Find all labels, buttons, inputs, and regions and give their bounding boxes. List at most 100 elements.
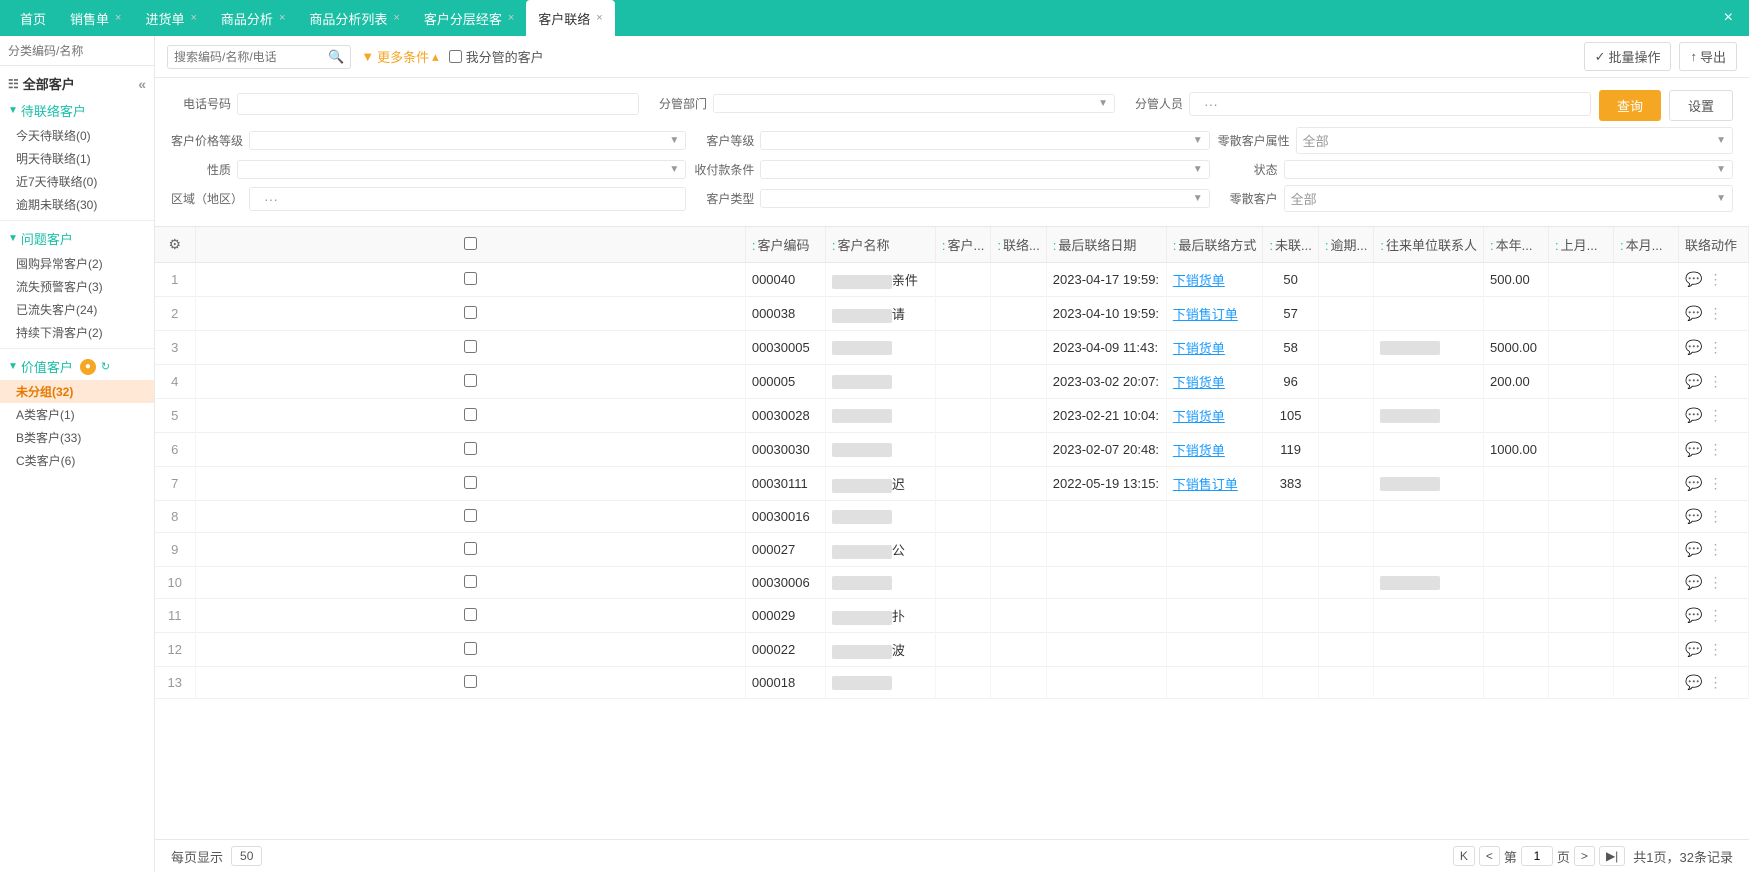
select-all-checkbox[interactable] (464, 237, 477, 250)
row-checkbox[interactable] (464, 408, 477, 421)
sidebar-group-problem[interactable]: ▼ 问题客户 (0, 225, 154, 252)
filter-my-customers[interactable]: 我分管的客户 (449, 47, 544, 66)
grid-action-icon[interactable]: ⋮ (1708, 271, 1722, 288)
grid-action-icon[interactable]: ⋮ (1708, 407, 1722, 424)
lastway-link[interactable]: 下销货单 (1173, 273, 1225, 288)
message-icon[interactable]: 💬 (1685, 475, 1702, 492)
tab-customer-contact[interactable]: 客户联络 × (526, 0, 614, 36)
sidebar-group-value[interactable]: ▼ 价值客户 ● ↻ (0, 353, 154, 380)
row-checkbox[interactable] (464, 509, 477, 522)
next-page-button[interactable]: > (1574, 846, 1595, 866)
sidebar-item-churned[interactable]: 已流失客户(24) (0, 298, 154, 321)
row-checkbox[interactable] (464, 306, 477, 319)
row-checkbox[interactable] (464, 374, 477, 387)
lastway-link[interactable]: 下销售订单 (1173, 307, 1238, 322)
row-checkbox[interactable] (464, 476, 477, 489)
row-checkbox[interactable] (464, 272, 477, 285)
lastway-link[interactable]: 下销货单 (1173, 341, 1225, 356)
message-icon[interactable]: 💬 (1685, 339, 1702, 356)
prev-page-button[interactable]: < (1479, 846, 1500, 866)
sidebar-all-customers[interactable]: ☷ 全部客户 « (0, 66, 154, 97)
lastway-link[interactable]: 下销货单 (1173, 375, 1225, 390)
row-checkbox[interactable] (464, 442, 477, 455)
sidebar-group-pending[interactable]: ▼ 待联络客户 (0, 97, 154, 124)
grid-action-icon[interactable]: ⋮ (1708, 305, 1722, 322)
close-sales-icon[interactable]: × (115, 12, 121, 24)
payment-select[interactable]: ▼ (760, 160, 1209, 179)
sidebar-item-today-pending[interactable]: 今天待联络(0) (0, 124, 154, 147)
row-checkbox[interactable] (464, 608, 477, 621)
tab-purchase[interactable]: 进货单 × (133, 0, 208, 36)
sidebar-item-overdue-pending[interactable]: 逾期未联络(30) (0, 193, 154, 216)
grid-action-icon[interactable]: ⋮ (1708, 641, 1722, 658)
tab-customer-segment[interactable]: 客户分层经客 × (412, 0, 526, 36)
sidebar-item-churn-warning[interactable]: 流失预警客户(3) (0, 275, 154, 298)
lastway-link[interactable]: 下销售订单 (1173, 477, 1238, 492)
batch-op-button[interactable]: ✓ 批量操作 (1584, 42, 1672, 71)
phone-input[interactable] (237, 93, 639, 115)
nature-select[interactable]: ▼ (237, 160, 686, 179)
tab-analysis[interactable]: 商品分析 × (209, 0, 297, 36)
manager-select[interactable]: ··· (1189, 92, 1591, 116)
export-button[interactable]: ↑ 导出 (1679, 42, 1737, 71)
my-customers-checkbox[interactable] (449, 50, 462, 63)
sidebar-item-ungroup[interactable]: 未分组(32) (0, 380, 154, 403)
page-input[interactable] (1521, 846, 1553, 866)
scatter-customer-select[interactable]: 全部 ▼ (1284, 185, 1733, 212)
grid-action-icon[interactable]: ⋮ (1708, 574, 1722, 591)
row-checkbox[interactable] (464, 642, 477, 655)
message-icon[interactable]: 💬 (1685, 373, 1702, 390)
grid-action-icon[interactable]: ⋮ (1708, 475, 1722, 492)
row-checkbox[interactable] (464, 575, 477, 588)
message-icon[interactable]: 💬 (1685, 574, 1702, 591)
refresh-icon[interactable]: ↻ (101, 360, 110, 373)
grid-action-icon[interactable]: ⋮ (1708, 339, 1722, 356)
message-icon[interactable]: 💬 (1685, 508, 1702, 525)
manager-dots[interactable]: ··· (1200, 96, 1222, 112)
sidebar-item-7days-pending[interactable]: 近7天待联络(0) (0, 170, 154, 193)
page-size-value[interactable]: 50 (231, 846, 262, 866)
close-segment-icon[interactable]: × (508, 12, 514, 24)
last-page-button[interactable]: ▶| (1599, 846, 1625, 866)
customer-level-select[interactable]: ▼ (760, 131, 1209, 150)
message-icon[interactable]: 💬 (1685, 305, 1702, 322)
grid-action-icon[interactable]: ⋮ (1708, 541, 1722, 558)
window-close-button[interactable]: × (1716, 9, 1741, 27)
sidebar-item-a-class[interactable]: A类客户(1) (0, 403, 154, 426)
status-select[interactable]: ▼ (1284, 160, 1733, 179)
row-checkbox[interactable] (464, 675, 477, 688)
row-checkbox[interactable] (464, 542, 477, 555)
sidebar-item-declining[interactable]: 持续下滑客户(2) (0, 321, 154, 344)
sidebar-item-hoarding[interactable]: 囤购异常客户(2) (0, 252, 154, 275)
message-icon[interactable]: 💬 (1685, 407, 1702, 424)
first-page-button[interactable]: K (1453, 846, 1475, 866)
query-button[interactable]: 查询 (1599, 90, 1661, 121)
filter-search-input[interactable] (174, 50, 324, 64)
lastway-link[interactable]: 下销货单 (1173, 443, 1225, 458)
grid-action-icon[interactable]: ⋮ (1708, 373, 1722, 390)
dept-select[interactable]: ▼ (713, 94, 1115, 113)
tab-sales[interactable]: 销售单 × (58, 0, 133, 36)
region-select[interactable]: ··· (249, 187, 686, 211)
grid-action-icon[interactable]: ⋮ (1708, 441, 1722, 458)
lastway-link[interactable]: 下销货单 (1173, 409, 1225, 424)
message-icon[interactable]: 💬 (1685, 541, 1702, 558)
grid-action-icon[interactable]: ⋮ (1708, 607, 1722, 624)
row-checkbox[interactable] (464, 340, 477, 353)
message-icon[interactable]: 💬 (1685, 271, 1702, 288)
reset-button[interactable]: 设置 (1669, 90, 1733, 121)
grid-action-icon[interactable]: ⋮ (1708, 674, 1722, 691)
scatter-attr-select[interactable]: 全部 ▼ (1296, 127, 1733, 154)
settings-icon[interactable]: ⚙ (168, 236, 181, 252)
customer-type-select[interactable]: ▼ (760, 189, 1209, 208)
filter-search-icon[interactable]: 🔍 (328, 49, 344, 65)
sidebar-item-tomorrow-pending[interactable]: 明天待联络(1) (0, 147, 154, 170)
close-analysis-list-icon[interactable]: × (393, 12, 399, 24)
filter-more-conditions[interactable]: ▼ 更多条件 ▴ (361, 47, 438, 66)
message-icon[interactable]: 💬 (1685, 441, 1702, 458)
message-icon[interactable]: 💬 (1685, 674, 1702, 691)
tab-analysis-list[interactable]: 商品分析列表 × (297, 0, 411, 36)
message-icon[interactable]: 💬 (1685, 641, 1702, 658)
sidebar-collapse-button[interactable]: « (138, 76, 146, 92)
tab-home[interactable]: 首页 (8, 0, 58, 36)
